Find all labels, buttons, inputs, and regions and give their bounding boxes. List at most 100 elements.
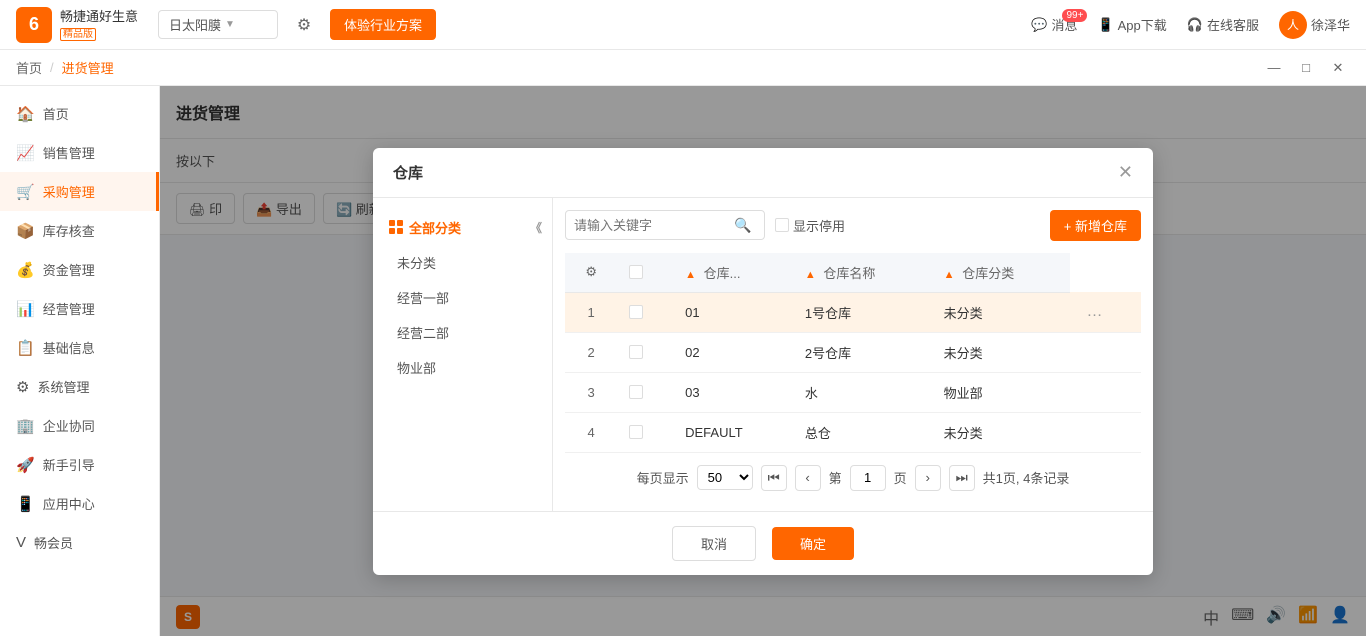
category-item-unclassified[interactable]: 未分类 bbox=[373, 245, 552, 280]
row-select-checkbox[interactable] bbox=[629, 385, 643, 399]
first-page-button[interactable]: ⏮ bbox=[761, 465, 787, 491]
modal-header: 仓库 ✕ bbox=[373, 148, 1153, 198]
sidebar-item-operations[interactable]: 📊 经营管理 bbox=[0, 289, 159, 328]
warehouse-modal: 仓库 ✕ 全部分类 《 未分类 bbox=[373, 148, 1153, 575]
logo-text: 畅捷通好生意 精品版 bbox=[60, 9, 138, 41]
trial-button[interactable]: 体验行业方案 bbox=[330, 9, 436, 40]
row-num: 2 bbox=[565, 332, 617, 372]
minimize-button[interactable]: — bbox=[1262, 56, 1286, 80]
sidebar-item-member[interactable]: V 畅会员 bbox=[0, 523, 159, 562]
sidebar-item-sales[interactable]: 📈 销售管理 bbox=[0, 133, 159, 172]
sort-icon-name: ▲ bbox=[805, 269, 816, 281]
page-unit: 页 bbox=[894, 468, 907, 487]
maximize-button[interactable]: □ bbox=[1294, 56, 1318, 80]
warehouse-code: 03 bbox=[673, 372, 793, 412]
table-row[interactable]: 1 01 1号仓库 未分类 … bbox=[565, 292, 1141, 332]
collapse-icon[interactable]: 《 bbox=[530, 219, 542, 236]
search-input[interactable] bbox=[574, 218, 734, 233]
row-actions[interactable] bbox=[1070, 332, 1141, 372]
main-layout: 🏠 首页 📈 销售管理 🛒 采购管理 📦 库存核查 💰 资金管理 📊 经营管理 … bbox=[0, 86, 1366, 636]
table-header-row: ⚙ ▲ 仓库... bbox=[565, 253, 1141, 293]
page-number-input[interactable] bbox=[850, 465, 886, 491]
row-select-checkbox[interactable] bbox=[629, 345, 643, 359]
total-info: 共1页, 4条记录 bbox=[983, 468, 1070, 487]
sidebar: 🏠 首页 📈 销售管理 🛒 采购管理 📦 库存核查 💰 资金管理 📊 经营管理 … bbox=[0, 86, 160, 636]
sidebar-item-app-center[interactable]: 📱 应用中心 bbox=[0, 484, 159, 523]
finance-icon: 💰 bbox=[16, 261, 35, 279]
modal-overlay: 仓库 ✕ 全部分类 《 未分类 bbox=[160, 86, 1366, 636]
row-checkbox[interactable] bbox=[617, 372, 673, 412]
page-label: 第 bbox=[829, 468, 842, 487]
settings-gear-icon[interactable]: ⚙ bbox=[288, 9, 320, 41]
sidebar-item-guide[interactable]: 🚀 新手引导 bbox=[0, 445, 159, 484]
add-warehouse-button[interactable]: + 新增仓库 bbox=[1050, 210, 1141, 241]
warehouse-code: 01 bbox=[673, 292, 793, 332]
cancel-button[interactable]: 取消 bbox=[672, 526, 756, 561]
sidebar-item-finance[interactable]: 💰 资金管理 bbox=[0, 250, 159, 289]
all-categories-button[interactable]: 全部分类 《 bbox=[373, 210, 552, 245]
home-icon: 🏠 bbox=[16, 105, 35, 123]
prev-page-button[interactable]: ‹ bbox=[795, 465, 821, 491]
warehouse-code: DEFAULT bbox=[673, 412, 793, 452]
row-actions[interactable]: … bbox=[1070, 292, 1141, 332]
show-disabled-checkbox[interactable] bbox=[775, 218, 789, 232]
row-num: 4 bbox=[565, 412, 617, 452]
sidebar-item-system[interactable]: ⚙ 系统管理 bbox=[0, 367, 159, 406]
row-num: 1 bbox=[565, 292, 617, 332]
mobile-icon: 📱 bbox=[1097, 17, 1113, 33]
sidebar-item-home[interactable]: 🏠 首页 bbox=[0, 94, 159, 133]
row-checkbox[interactable] bbox=[617, 412, 673, 452]
confirm-button[interactable]: 确定 bbox=[772, 527, 854, 560]
modal-title: 仓库 bbox=[393, 162, 423, 183]
row-select-checkbox[interactable] bbox=[629, 425, 643, 439]
select-all-checkbox[interactable] bbox=[629, 265, 643, 279]
sidebar-item-inventory[interactable]: 📦 库存核查 bbox=[0, 211, 159, 250]
pagination-bar: 每页显示 50 100 200 ⏮ ‹ 第 页 › bbox=[565, 453, 1141, 499]
table-row[interactable]: 2 02 2号仓库 未分类 bbox=[565, 332, 1141, 372]
sort-icon: ▲ bbox=[685, 269, 696, 281]
enterprise-icon: 🏢 bbox=[16, 417, 35, 435]
store-selector[interactable]: 日太阳膜 ▼ bbox=[158, 10, 278, 39]
row-actions[interactable] bbox=[1070, 412, 1141, 452]
category-item-operations2[interactable]: 经营二部 bbox=[373, 315, 552, 350]
warehouse-category: 未分类 bbox=[932, 292, 1071, 332]
next-page-button[interactable]: › bbox=[915, 465, 941, 491]
message-button[interactable]: 💬 消息 99+ bbox=[1031, 15, 1077, 34]
category-item-operations1[interactable]: 经营一部 bbox=[373, 280, 552, 315]
search-input-wrap: 🔍 bbox=[565, 210, 765, 240]
row-num: 3 bbox=[565, 372, 617, 412]
last-page-button[interactable]: ⏭ bbox=[949, 465, 975, 491]
table-row[interactable]: 4 DEFAULT 总仓 未分类 bbox=[565, 412, 1141, 452]
sidebar-item-basic-info[interactable]: 📋 基础信息 bbox=[0, 328, 159, 367]
close-window-button[interactable]: ✕ bbox=[1326, 56, 1350, 80]
breadcrumb-home[interactable]: 首页 bbox=[16, 58, 42, 77]
app-download-button[interactable]: 📱 App下载 bbox=[1097, 15, 1166, 34]
col-settings: ⚙ bbox=[565, 253, 617, 293]
modal-body: 全部分类 《 未分类 经营一部 经营二部 物业部 bbox=[373, 198, 1153, 511]
operations-icon: 📊 bbox=[16, 300, 35, 318]
row-checkbox[interactable] bbox=[617, 332, 673, 372]
sales-icon: 📈 bbox=[16, 144, 35, 162]
more-actions-icon[interactable]: … bbox=[1082, 303, 1106, 320]
user-profile-button[interactable]: 人 徐泽华 bbox=[1279, 11, 1350, 39]
warehouse-category: 物业部 bbox=[932, 372, 1071, 412]
grid-icon bbox=[389, 220, 403, 234]
row-checkbox[interactable] bbox=[617, 292, 673, 332]
search-icon[interactable]: 🔍 bbox=[734, 217, 751, 234]
sidebar-item-enterprise[interactable]: 🏢 企业协同 bbox=[0, 406, 159, 445]
warehouse-name: 水 bbox=[793, 372, 932, 412]
category-item-property[interactable]: 物业部 bbox=[373, 350, 552, 385]
member-icon: V bbox=[16, 534, 26, 551]
show-disabled-label[interactable]: 显示停用 bbox=[775, 216, 845, 235]
per-page-select[interactable]: 50 100 200 bbox=[697, 465, 753, 490]
sidebar-item-purchase[interactable]: 🛒 采购管理 bbox=[0, 172, 159, 211]
row-select-checkbox[interactable] bbox=[629, 305, 643, 319]
message-icon: 💬 bbox=[1031, 17, 1047, 33]
modal-close-button[interactable]: ✕ bbox=[1118, 163, 1133, 181]
warehouse-category: 未分类 bbox=[932, 412, 1071, 452]
online-service-button[interactable]: 🎧 在线客服 bbox=[1187, 15, 1259, 34]
warehouse-code: 02 bbox=[673, 332, 793, 372]
table-row[interactable]: 3 03 水 物业部 bbox=[565, 372, 1141, 412]
warehouse-name: 总仓 bbox=[793, 412, 932, 452]
row-actions[interactable] bbox=[1070, 372, 1141, 412]
